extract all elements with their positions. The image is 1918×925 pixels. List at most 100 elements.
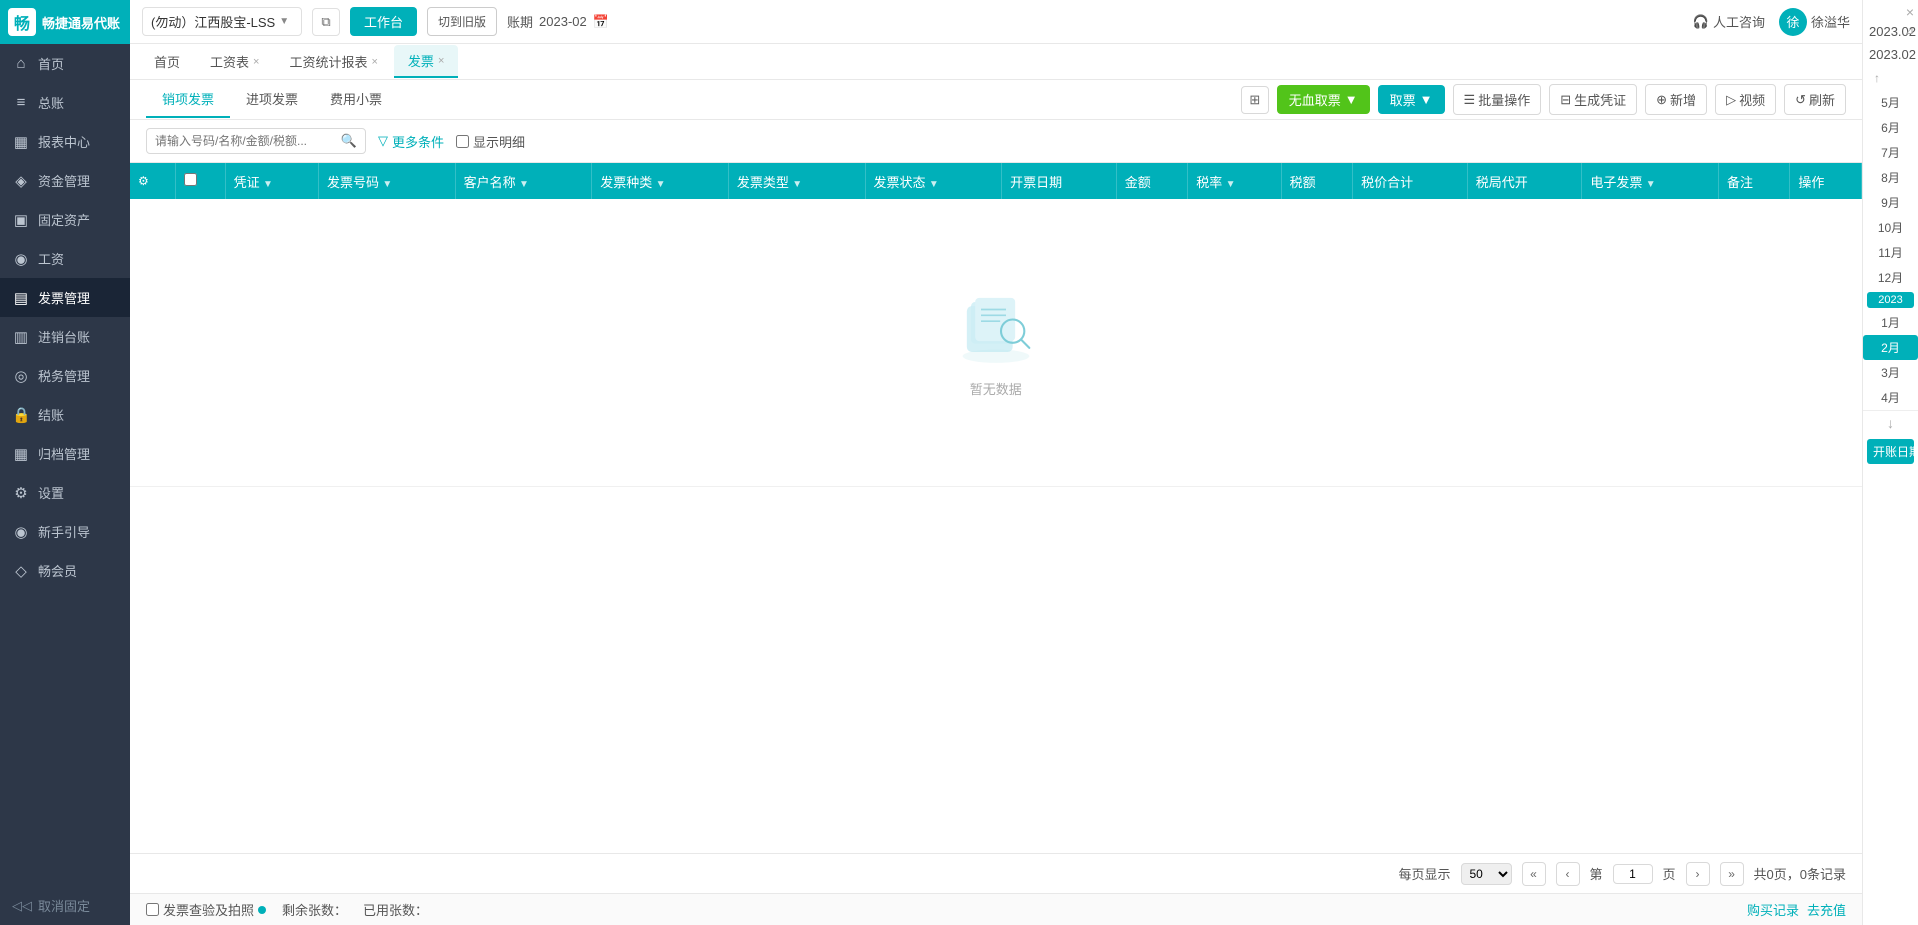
col-amount[interactable]: 金额 [1116, 163, 1187, 199]
first-page-button[interactable]: « [1522, 862, 1546, 886]
month-12[interactable]: 12月 [1863, 265, 1918, 290]
batch-ops-button[interactable]: ☰ 批量操作 [1453, 84, 1542, 115]
close-icon[interactable]: × [371, 56, 377, 68]
month-9[interactable]: 9月 [1863, 190, 1918, 215]
sidebar-item-funds[interactable]: ◈ 资金管理 [0, 161, 130, 200]
search-box[interactable]: 🔍 [146, 128, 366, 154]
col-tax-bureau[interactable]: 税局代开 [1467, 163, 1582, 199]
col-invoice-category[interactable]: 发票类型 ▼ [728, 163, 865, 199]
show-detail-checkbox[interactable]: 显示明细 [456, 132, 525, 151]
subtab-purchase-invoice[interactable]: 进项发票 [230, 81, 314, 118]
subtab-sales-invoice[interactable]: 销项发票 [146, 81, 230, 118]
sidebar-item-settings[interactable]: ⚙ 设置 [0, 473, 130, 512]
company-selector[interactable]: (勿动）江西股宝-LSS ▼ [142, 7, 302, 36]
month-10[interactable]: 10月 [1863, 215, 1918, 240]
assets-icon: ▣ [12, 211, 30, 229]
month-3[interactable]: 3月 [1863, 360, 1918, 385]
grid-settings-icon[interactable]: ⊞ [1241, 86, 1269, 114]
sidebar-item-guide[interactable]: ◉ 新手引导 [0, 512, 130, 551]
sidebar-item-tax[interactable]: ◎ 税务管理 [0, 356, 130, 395]
sidebar-item-invoices[interactable]: ▤ 发票管理 [0, 278, 130, 317]
sidebar-item-sales[interactable]: ▥ 进销台账 [0, 317, 130, 356]
col-voucher[interactable]: 凭证 ▼ [225, 163, 318, 199]
sidebar-item-payroll[interactable]: ◉ 工资 [0, 239, 130, 278]
month-8[interactable]: 8月 [1863, 165, 1918, 190]
col-total[interactable]: 税价合计 [1353, 163, 1468, 199]
gear-icon: ⚙ [12, 484, 30, 502]
month-2-active[interactable]: 2月 [1863, 335, 1918, 360]
month-6[interactable]: 6月 [1863, 115, 1918, 140]
status-dot [258, 906, 266, 914]
last-page-button[interactable]: » [1720, 862, 1744, 886]
generate-voucher-button[interactable]: ⊟ 生成凭证 [1549, 84, 1637, 115]
purchase-record-link[interactable]: 购买记录 [1747, 900, 1799, 919]
tab-invoice[interactable]: 发票 × [394, 45, 458, 78]
sort-icon: ▼ [656, 179, 666, 190]
page-input[interactable] [1613, 864, 1653, 884]
close-icon[interactable]: × [438, 55, 444, 67]
col-tax-amount[interactable]: 税额 [1281, 163, 1352, 199]
get-invoice-label: 取票 [1390, 90, 1416, 109]
video-button[interactable]: ▷ 视频 [1715, 84, 1776, 115]
select-all-checkbox[interactable] [184, 173, 197, 186]
sidebar-unpin[interactable]: ◁◁ 取消固定 [0, 886, 130, 925]
recharge-link[interactable]: 去充值 [1807, 900, 1846, 919]
col-settings[interactable]: ⚙ [130, 163, 175, 199]
detail-checkbox-input[interactable] [456, 135, 469, 148]
col-customer[interactable]: 客户名称 ▼ [455, 163, 592, 199]
panel-expand-button[interactable]: ⊿ [1905, 24, 1914, 37]
switch-version-button[interactable]: 切到旧版 [427, 7, 497, 36]
sidebar-item-assets[interactable]: ▣ 固定资产 [0, 200, 130, 239]
month-5[interactable]: 5月 [1863, 90, 1918, 115]
period-item-1[interactable]: 2023.02 [1863, 43, 1918, 66]
subtabs: 销项发票 进项发票 费用小票 [146, 81, 398, 118]
pagination-bar: 每页显示 50 100 200 « ‹ 第 页 › » 共0页，0条记录 [130, 853, 1862, 893]
sidebar-item-archive[interactable]: ▦ 归档管理 [0, 434, 130, 473]
next-page-button[interactable]: › [1686, 862, 1710, 886]
tab-payroll[interactable]: 工资表 × [196, 46, 273, 77]
tab-home[interactable]: 首页 [140, 46, 194, 77]
sidebar-item-home[interactable]: ⌂ 首页 [0, 44, 130, 83]
month-7[interactable]: 7月 [1863, 140, 1918, 165]
invoice-check-checkbox[interactable] [146, 903, 159, 916]
open-period-button[interactable]: 开账日期 [1867, 439, 1914, 464]
copy-button[interactable]: ⧉ [312, 8, 340, 36]
page-size-select[interactable]: 50 100 200 [1461, 863, 1512, 885]
tab-label: 发票 [408, 51, 434, 70]
prev-page-button[interactable]: ‹ [1556, 862, 1580, 886]
new-button[interactable]: ⊕ 新增 [1645, 84, 1707, 115]
tab-payroll-report[interactable]: 工资统计报表 × [275, 46, 391, 77]
more-conditions-button[interactable]: ▽ 更多条件 [378, 132, 444, 151]
workspace-button[interactable]: 工作台 [350, 7, 417, 36]
col-tax-rate[interactable]: 税率 ▼ [1188, 163, 1281, 199]
col-checkbox[interactable] [175, 163, 225, 199]
sidebar-item-ledger[interactable]: ≡ 总账 [0, 83, 130, 122]
video-label: 视频 [1739, 90, 1765, 109]
support-link[interactable]: 🎧 人工咨询 [1693, 12, 1765, 31]
user-name: 徐溢华 [1811, 12, 1850, 31]
nav-up-button[interactable]: ↑ [1867, 68, 1887, 88]
close-icon[interactable]: × [253, 56, 259, 68]
col-action[interactable]: 操作 [1790, 163, 1862, 199]
month-11[interactable]: 11月 [1863, 240, 1918, 265]
subtab-expense-receipts[interactable]: 费用小票 [314, 81, 398, 118]
month-4[interactable]: 4月 [1863, 385, 1918, 410]
sidebar-item-member[interactable]: ◇ 畅会员 [0, 551, 130, 590]
col-electronic[interactable]: 电子发票 ▼ [1582, 163, 1719, 199]
col-date[interactable]: 开票日期 [1002, 163, 1117, 199]
col-remark[interactable]: 备注 [1718, 163, 1789, 199]
sidebar-item-close[interactable]: 🔒 结账 [0, 395, 130, 434]
refresh-button[interactable]: ↺ 刷新 [1784, 84, 1846, 115]
search-input[interactable] [155, 134, 335, 148]
sidebar-item-reports[interactable]: ▦ 报表中心 [0, 122, 130, 161]
panel-close-button[interactable]: × [1906, 4, 1914, 20]
get-invoice-button[interactable]: 取票 ▼ [1378, 85, 1445, 114]
col-invoice-type[interactable]: 发票种类 ▼ [592, 163, 729, 199]
scroll-down-button[interactable]: ↓ [1863, 410, 1918, 435]
no-deduction-button[interactable]: 无血取票 ▼ [1277, 85, 1370, 114]
col-status[interactable]: 发票状态 ▼ [865, 163, 1002, 199]
col-invoice-no[interactable]: 发票号码 ▼ [319, 163, 456, 199]
month-1[interactable]: 1月 [1863, 310, 1918, 335]
user-profile[interactable]: 徐 徐溢华 [1779, 8, 1850, 36]
sales-icon: ▥ [12, 328, 30, 346]
